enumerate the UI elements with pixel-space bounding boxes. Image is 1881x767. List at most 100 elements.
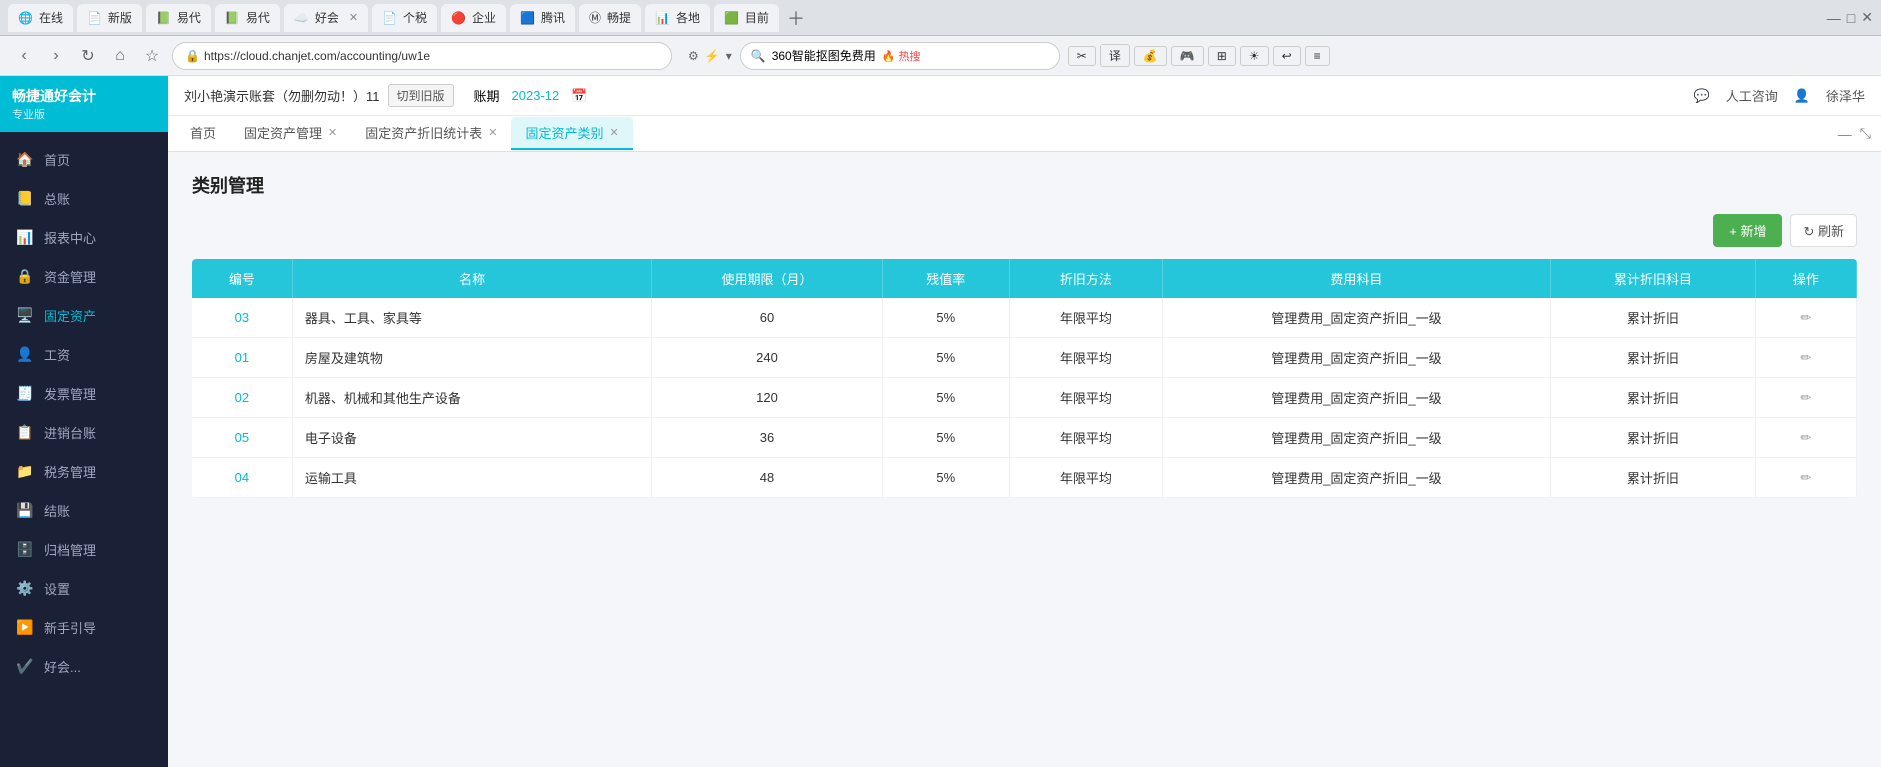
game-button[interactable]: 🎮 [1171, 46, 1204, 66]
search-box[interactable]: 🔍 360智能抠图免费用 🔥 热搜 [740, 42, 1060, 70]
sidebar-item-good[interactable]: ✔️ 好会... [0, 647, 168, 686]
tab-minimize-button[interactable]: — [1836, 123, 1854, 144]
maximize-button[interactable]: □ [1847, 10, 1855, 26]
cell-code-0[interactable]: 03 [192, 298, 292, 338]
address-input[interactable]: 🔒 https://cloud.chanjet.com/accounting/u… [172, 42, 672, 70]
sidebar-item-tax[interactable]: 📁 税务管理 [0, 452, 168, 491]
cell-accum-4: 累计折旧 [1551, 458, 1756, 498]
refresh-button[interactable]: ↻ 刷新 [1790, 214, 1857, 247]
scissors-button[interactable]: ✂ [1068, 46, 1096, 66]
tab-depreciation-report[interactable]: 固定资产折旧统计表 ✕ [351, 117, 511, 150]
browser-chrome: 🌐 在线 📄 新版 📗 易代 📗 易代 ☁️ 好会 ✕ 📄 个税 🔴 企业 🟦 … [0, 0, 1881, 36]
tab-close-fixed-assets-category[interactable]: ✕ [610, 126, 619, 139]
sidebar-item-payroll[interactable]: 👤 工资 [0, 335, 168, 374]
edit-button-4[interactable]: ✏ [1800, 470, 1811, 485]
cell-code-2[interactable]: 02 [192, 378, 292, 418]
sidebar-item-archive[interactable]: 🗄️ 归档管理 [0, 530, 168, 569]
add-button[interactable]: + 新增 [1713, 214, 1782, 247]
edit-button-0[interactable]: ✏ [1800, 310, 1811, 325]
tab-icon-qiye: 🔴 [451, 11, 466, 25]
bookmark-button[interactable]: ☆ [140, 44, 164, 68]
minimize-button[interactable]: — [1827, 10, 1841, 26]
edit-button-2[interactable]: ✏ [1800, 390, 1811, 405]
sidebar-item-fixed-assets[interactable]: 🖥️ 固定资产 [0, 296, 168, 335]
tab-depreciation-report-label: 固定资产折旧统计表 [365, 123, 482, 142]
browser-tab-yidai2[interactable]: 📗 易代 [215, 4, 280, 32]
cell-expense-1: 管理费用_固定资产折旧_一级 [1162, 338, 1550, 378]
cell-residual-1: 5% [882, 338, 1009, 378]
toolbar: + 新增 ↻ 刷新 [192, 214, 1857, 247]
sidebar-item-close-accounts[interactable]: 💾 结账 [0, 491, 168, 530]
tab-icon-muqian: 🟩 [724, 11, 739, 25]
wallet-button[interactable]: 💰 [1134, 46, 1167, 66]
back-button[interactable]: ‹ [12, 44, 36, 68]
sidebar-item-guide[interactable]: ▶️ 新手引导 [0, 608, 168, 647]
sidebar-item-invoice[interactable]: 🧾 发票管理 [0, 374, 168, 413]
browser-tab-geshui[interactable]: 📄 个税 [372, 4, 437, 32]
page-tabs: 首页 固定资产管理 ✕ 固定资产折旧统计表 ✕ 固定资产类别 ✕ — ⤡ [168, 116, 1881, 152]
browser-tab-yidai1[interactable]: 📗 易代 [146, 4, 211, 32]
consult-label[interactable]: 人工咨询 [1726, 86, 1778, 105]
url-text: https://cloud.chanjet.com/accounting/uw1… [204, 49, 430, 63]
browser-tab-changtie[interactable]: Ⓜ 畅提 [579, 4, 641, 32]
category-table: 编号 名称 使用期限（月） 残值率 折旧方法 费用科目 累计折旧科目 操作 03… [192, 259, 1857, 498]
window-controls: — □ ✕ [1827, 9, 1873, 26]
content-area: 类别管理 + 新增 ↻ 刷新 编号 名称 使用期限（月） 残值率 折旧方法 费用… [168, 152, 1881, 767]
sidebar-item-reports[interactable]: 📊 报表中心 [0, 218, 168, 257]
cell-expense-2: 管理费用_固定资产折旧_一级 [1162, 378, 1550, 418]
cell-code-3[interactable]: 05 [192, 418, 292, 458]
tab-close-depreciation-report[interactable]: ✕ [488, 126, 497, 139]
sidebar-item-funds[interactable]: 🔒 资金管理 [0, 257, 168, 296]
main-content: 刘小艳演示账套（勿删勿动！）11 切到旧版 账期 2023-12 📅 💬 人工咨… [168, 76, 1881, 767]
close-button[interactable]: ✕ [1861, 9, 1873, 26]
browser-tab-tengxun[interactable]: 🟦 腾讯 [510, 4, 575, 32]
user-avatar-icon: 👤 [1794, 88, 1810, 104]
cell-name-4: 运输工具 [292, 458, 652, 498]
new-tab-button[interactable]: ＋ [787, 5, 805, 31]
browser-tab-haohui[interactable]: ☁️ 好会 ✕ [284, 4, 368, 32]
sidebar-item-home[interactable]: 🏠 首页 [0, 140, 168, 179]
browser-tab-zaixin[interactable]: 🌐 在线 [8, 4, 73, 32]
sidebar-item-purchases[interactable]: 📋 进销台账 [0, 413, 168, 452]
cell-code-4[interactable]: 04 [192, 458, 292, 498]
tab-icon-haohui: ☁️ [294, 11, 309, 25]
edit-button-1[interactable]: ✏ [1800, 350, 1811, 365]
translate-button[interactable]: 译 [1100, 44, 1130, 67]
tab-expand-button[interactable]: ⤡ [1858, 123, 1873, 144]
tab-close-fixed-assets-management[interactable]: ✕ [328, 126, 337, 139]
tab-fixed-assets-management-label: 固定资产管理 [244, 123, 322, 142]
browser-tab-gedi[interactable]: 📊 各地 [645, 4, 710, 32]
forward-button[interactable]: › [44, 44, 68, 68]
sidebar-item-settings[interactable]: ⚙️ 设置 [0, 569, 168, 608]
browser-tab-qiye[interactable]: 🔴 企业 [441, 4, 506, 32]
undo-button[interactable]: ↩ [1273, 46, 1301, 66]
cell-name-0: 器具、工具、家具等 [292, 298, 652, 338]
home-button[interactable]: ⌂ [108, 44, 132, 68]
consult-icon: 💬 [1694, 88, 1710, 104]
sun-button[interactable]: ☀ [1240, 46, 1269, 66]
tab-home[interactable]: 首页 [176, 117, 230, 150]
purchases-icon: 📋 [16, 424, 34, 441]
browser-tab-muqian[interactable]: 🟩 目前 [714, 4, 779, 32]
tab-icon-yidai2: 📗 [225, 11, 240, 25]
reports-icon: 📊 [16, 229, 34, 246]
tab-fixed-assets-category[interactable]: 固定资产类别 ✕ [511, 117, 632, 150]
sidebar-menu: 🏠 首页 📒 总账 📊 报表中心 🔒 资金管理 🖥️ 固定资产 👤 工资 [0, 132, 168, 767]
reload-button[interactable]: ↻ [76, 44, 100, 68]
cell-code-1[interactable]: 01 [192, 338, 292, 378]
calendar-icon[interactable]: 📅 [571, 88, 587, 104]
sidebar-item-ledger[interactable]: 📒 总账 [0, 179, 168, 218]
menu-button[interactable]: ≡ [1305, 46, 1330, 66]
tab-fixed-assets-management[interactable]: 固定资产管理 ✕ [230, 117, 351, 150]
browser-tab-xinban[interactable]: 📄 新版 [77, 4, 142, 32]
sidebar-label-guide: 新手引导 [44, 618, 96, 637]
tab-icon-tengxun: 🟦 [520, 11, 535, 25]
edit-button-3[interactable]: ✏ [1800, 430, 1811, 445]
period-label: 账期 [474, 86, 500, 105]
sidebar-logo: 畅捷通好会计 专业版 [0, 76, 168, 132]
switch-version-button[interactable]: 切到旧版 [388, 84, 454, 107]
grid-button[interactable]: ⊞ [1208, 46, 1236, 66]
tab-close-haohui[interactable]: ✕ [349, 11, 358, 24]
sidebar-label-purchases: 进销台账 [44, 423, 96, 442]
cell-action-2: ✏ [1755, 378, 1856, 418]
